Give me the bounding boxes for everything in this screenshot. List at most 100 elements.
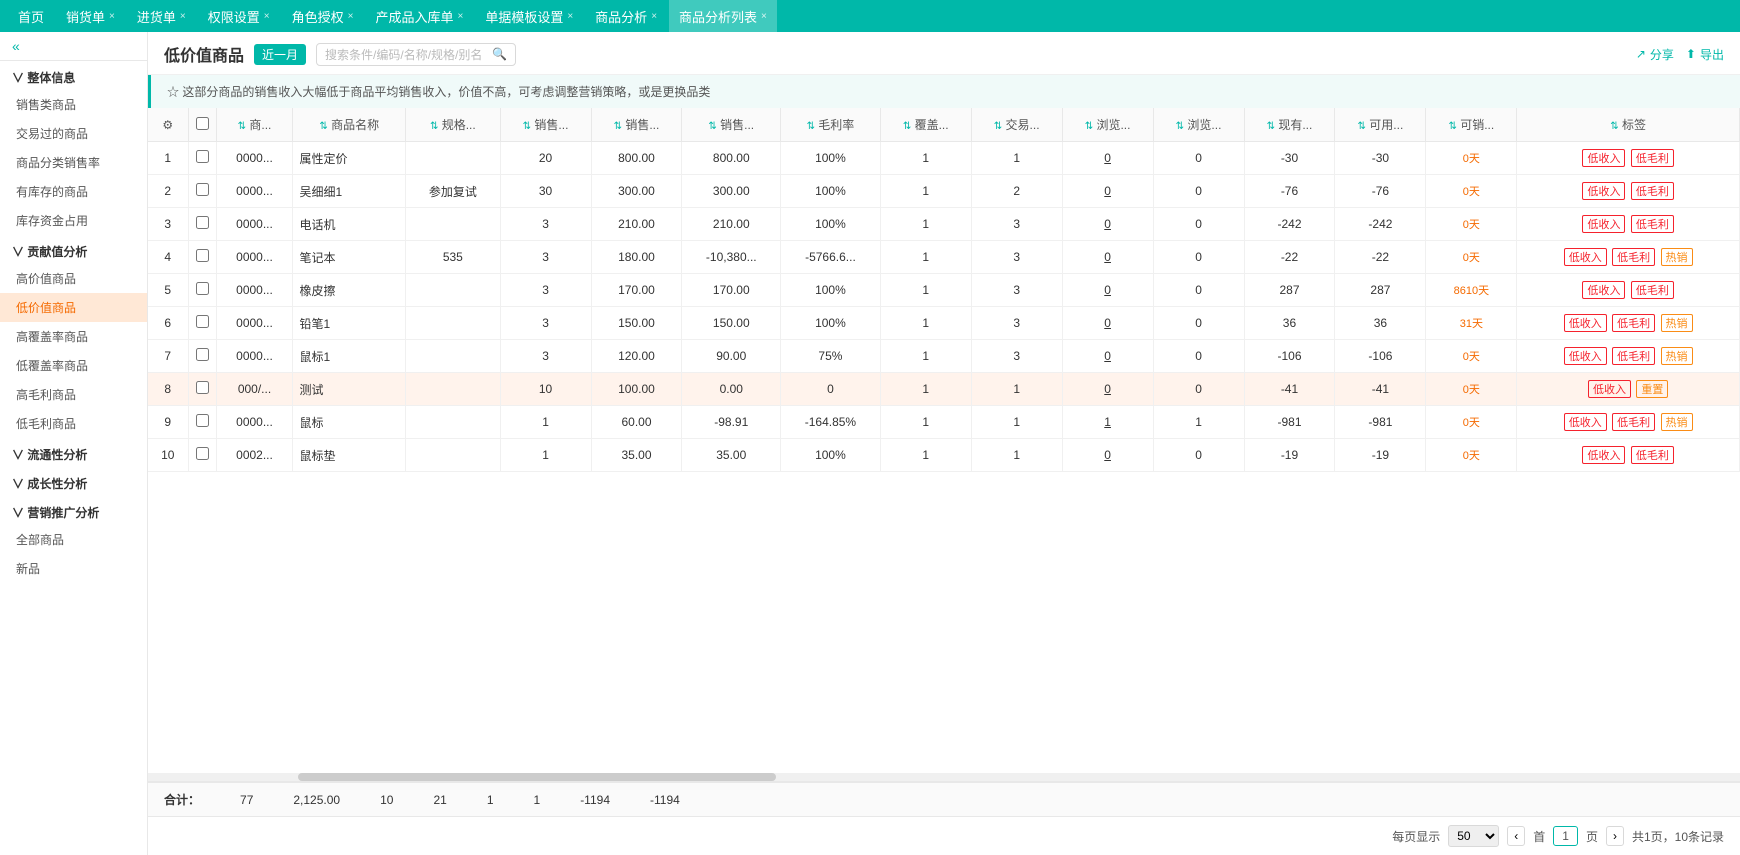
sidebar-item-high-value[interactable]: 高价值商品 — [0, 264, 147, 293]
nav-close-purchase[interactable]: × — [180, 11, 186, 22]
row-view1[interactable]: 0 — [1062, 439, 1153, 472]
nav-roles[interactable]: 角色授权 × — [282, 0, 364, 32]
row-view1[interactable]: 1 — [1062, 406, 1153, 439]
row-checkbox[interactable] — [196, 348, 209, 361]
gear-column-header[interactable]: ⚙ — [148, 108, 188, 142]
sidebar-item-all-products[interactable]: 全部商品 — [0, 525, 147, 554]
row-view1[interactable]: 0 — [1062, 142, 1153, 175]
row-checkbox[interactable] — [196, 249, 209, 262]
sidebar-item-sales-products[interactable]: 销售类商品 — [0, 90, 147, 119]
sales-amount-column-header[interactable]: ⇅ 销售... — [682, 108, 781, 142]
row-checkbox-cell[interactable] — [188, 142, 216, 175]
nav-close-product-analysis[interactable]: × — [651, 11, 657, 22]
checkbox-column-header[interactable] — [188, 108, 216, 142]
view1-link[interactable]: 0 — [1104, 217, 1111, 231]
sidebar-item-stock-products[interactable]: 有库存的商品 — [0, 177, 147, 206]
nav-close-roles[interactable]: × — [348, 11, 354, 22]
sales-price-column-header[interactable]: ⇅ 销售... — [591, 108, 682, 142]
next-page-button[interactable]: › — [1606, 826, 1624, 846]
search-input[interactable]: 搜索条件/编码/名称/规格/别名 — [325, 46, 488, 63]
row-checkbox-cell[interactable] — [188, 340, 216, 373]
nav-permissions[interactable]: 权限设置 × — [198, 0, 280, 32]
row-checkbox-cell[interactable] — [188, 373, 216, 406]
search-icon[interactable]: 🔍 — [492, 47, 507, 61]
view1-link[interactable]: 0 — [1104, 382, 1111, 396]
row-checkbox-cell[interactable] — [188, 175, 216, 208]
row-checkbox-cell[interactable] — [188, 307, 216, 340]
row-view1[interactable]: 0 — [1062, 241, 1153, 274]
view1-link[interactable]: 0 — [1104, 349, 1111, 363]
nav-sales[interactable]: 销货单 × — [56, 0, 125, 32]
row-checkbox-cell[interactable] — [188, 406, 216, 439]
nav-purchase[interactable]: 进货单 × — [127, 0, 196, 32]
sidebar-collapse-button[interactable]: « — [8, 38, 24, 54]
code-column-header[interactable]: ⇅ 商... — [216, 108, 293, 142]
row-view1[interactable]: 0 — [1062, 208, 1153, 241]
sidebar-item-low-coverage[interactable]: 低覆盖率商品 — [0, 351, 147, 380]
view1-link[interactable]: 0 — [1104, 448, 1111, 462]
spec-column-header[interactable]: ⇅ 规格... — [406, 108, 500, 142]
nav-close-sales[interactable]: × — [109, 11, 115, 22]
nav-product-storage[interactable]: 产成品入库单 × — [365, 0, 473, 32]
row-view1[interactable]: 0 — [1062, 340, 1153, 373]
saleable-stock-column-header[interactable]: ⇅ 可销... — [1426, 108, 1517, 142]
row-view1[interactable]: 0 — [1062, 373, 1153, 406]
nav-product-analysis-list[interactable]: 商品分析列表 × — [669, 0, 777, 32]
row-checkbox[interactable] — [196, 447, 209, 460]
tags-column-header[interactable]: ⇅ 标签 — [1517, 108, 1740, 142]
table-container[interactable]: ⚙ ⇅ 商... ⇅ 商品名称 ⇅ 规格... ⇅ 销售... ⇅ 销售... … — [148, 108, 1740, 773]
nav-home[interactable]: 首页 — [8, 0, 54, 32]
per-page-select[interactable]: 50 100 200 — [1448, 825, 1499, 847]
gear-icon[interactable]: ⚙ — [162, 118, 173, 132]
nav-product-analysis[interactable]: 商品分析 × — [585, 0, 667, 32]
sidebar-item-high-profit[interactable]: 高毛利商品 — [0, 380, 147, 409]
row-checkbox[interactable] — [196, 315, 209, 328]
view1-link[interactable]: 0 — [1104, 151, 1111, 165]
search-box[interactable]: 搜索条件/编码/名称/规格/别名 🔍 — [316, 43, 516, 66]
available-stock-column-header[interactable]: ⇅ 可用... — [1335, 108, 1426, 142]
row-checkbox[interactable] — [196, 282, 209, 295]
sidebar-item-stock-capital[interactable]: 库存资金占用 — [0, 206, 147, 235]
view1-column-header[interactable]: ⇅ 浏览... — [1062, 108, 1153, 142]
nav-close-permissions[interactable]: × — [264, 11, 270, 22]
row-view1[interactable]: 0 — [1062, 274, 1153, 307]
row-checkbox-cell[interactable] — [188, 274, 216, 307]
nav-template-settings[interactable]: 单据模板设置 × — [475, 0, 583, 32]
sidebar-item-traded-products[interactable]: 交易过的商品 — [0, 119, 147, 148]
row-checkbox-cell[interactable] — [188, 241, 216, 274]
row-checkbox[interactable] — [196, 183, 209, 196]
view1-link[interactable]: 0 — [1104, 283, 1111, 297]
current-page-number[interactable]: 1 — [1553, 826, 1578, 846]
first-page-button[interactable]: ‹ — [1507, 826, 1525, 846]
row-checkbox-cell[interactable] — [188, 208, 216, 241]
view1-link[interactable]: 0 — [1104, 316, 1111, 330]
row-checkbox[interactable] — [196, 216, 209, 229]
nav-close-product-storage[interactable]: × — [457, 11, 463, 22]
row-checkbox[interactable] — [196, 414, 209, 427]
coverage-column-header[interactable]: ⇅ 覆盖... — [880, 108, 971, 142]
view1-link[interactable]: 0 — [1104, 184, 1111, 198]
row-checkbox-cell[interactable] — [188, 439, 216, 472]
nav-close-product-analysis-list[interactable]: × — [761, 11, 767, 22]
row-view1[interactable]: 0 — [1062, 307, 1153, 340]
view1-link[interactable]: 0 — [1104, 250, 1111, 264]
time-badge[interactable]: 近一月 — [254, 44, 306, 65]
horizontal-scrollbar[interactable] — [148, 773, 1740, 781]
current-stock-column-header[interactable]: ⇅ 现有... — [1244, 108, 1335, 142]
sidebar-item-new-products[interactable]: 新品 — [0, 554, 147, 583]
transaction-column-header[interactable]: ⇅ 交易... — [971, 108, 1062, 142]
row-checkbox[interactable] — [196, 150, 209, 163]
share-button[interactable]: ↗ 分享 — [1636, 46, 1674, 63]
sales-qty-column-header[interactable]: ⇅ 销售... — [500, 108, 591, 142]
gross-margin-column-header[interactable]: ⇅ 毛利率 — [781, 108, 881, 142]
row-checkbox[interactable] — [196, 381, 209, 394]
nav-close-template-settings[interactable]: × — [567, 11, 573, 22]
sidebar-item-high-coverage[interactable]: 高覆盖率商品 — [0, 322, 147, 351]
row-view1[interactable]: 0 — [1062, 175, 1153, 208]
sidebar-item-low-value[interactable]: 低价值商品 — [0, 293, 147, 322]
select-all-checkbox[interactable] — [196, 117, 209, 130]
sidebar-item-category-sales-rate[interactable]: 商品分类销售率 — [0, 148, 147, 177]
view2-column-header[interactable]: ⇅ 浏览... — [1153, 108, 1244, 142]
name-column-header[interactable]: ⇅ 商品名称 — [293, 108, 406, 142]
sidebar-item-low-profit[interactable]: 低毛利商品 — [0, 409, 147, 438]
